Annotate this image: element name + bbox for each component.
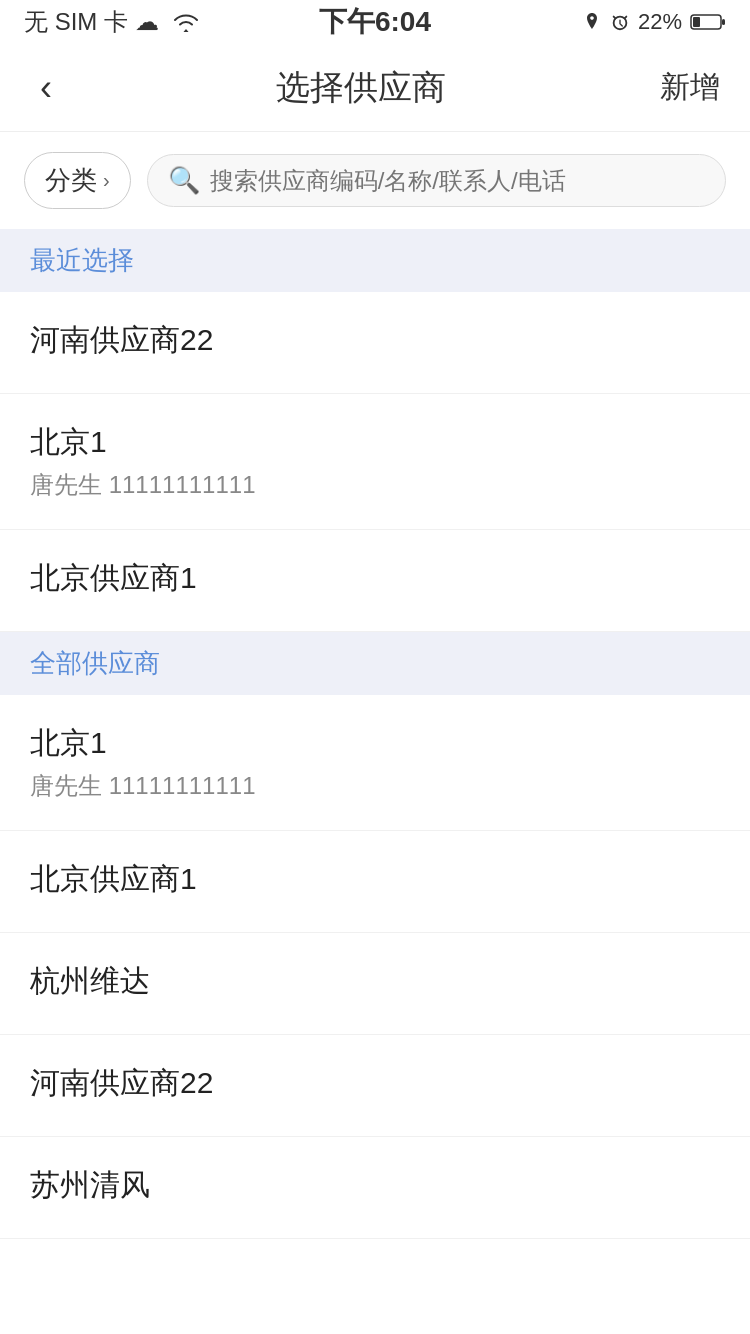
all-list-item[interactable]: 杭州维达 [0,933,750,1035]
location-icon [582,11,602,33]
all-list-item[interactable]: 河南供应商22 [0,1035,750,1137]
recent-list-item[interactable]: 河南供应商22 [0,292,750,394]
nav-bar: ‹ 选择供应商 新增 [0,44,750,132]
svg-rect-2 [693,17,700,27]
item-name: 北京1 [30,723,720,764]
item-name: 苏州清风 [30,1165,720,1206]
filter-row: 分类 › 🔍 [0,132,750,229]
svg-rect-3 [722,19,725,25]
item-name: 北京1 [30,422,720,463]
all-list-item[interactable]: 苏州清风 [0,1137,750,1239]
all-section-label: 全部供应商 [30,648,160,678]
item-name: 河南供应商22 [30,320,720,361]
recent-section-label: 最近选择 [30,245,134,275]
add-button[interactable]: 新增 [660,67,720,108]
recent-list-item[interactable]: 北京1 唐先生 11111111111 [0,394,750,530]
page-title: 选择供应商 [276,65,446,111]
item-sub: 唐先生 11111111111 [30,770,720,802]
status-bar: 无 SIM 卡 ☁ 下午6:04 22% [0,0,750,44]
search-box[interactable]: 🔍 [147,154,726,207]
alarm-icon [610,11,630,33]
status-right: 22% [582,9,726,35]
no-sim-text: 无 SIM 卡 ☁ [24,6,159,38]
battery-icon [690,13,726,31]
battery-text: 22% [638,9,682,35]
status-left: 无 SIM 卡 ☁ [24,6,201,38]
category-label: 分类 [45,163,97,198]
recent-list: 河南供应商22 北京1 唐先生 11111111111 北京供应商1 [0,292,750,632]
all-suppliers-list: 北京1 唐先生 11111111111 北京供应商1 杭州维达河南供应商22 苏州清风 [0,695,750,1239]
all-section-header: 全部供应商 [0,632,750,695]
item-name: 北京供应商1 [30,859,720,900]
recent-section-header: 最近选择 [0,229,750,292]
search-input[interactable] [210,167,705,195]
item-sub: 唐先生 11111111111 [30,469,720,501]
all-list-item[interactable]: 北京1 唐先生 11111111111 [0,695,750,831]
chevron-right-icon: › [103,169,110,192]
item-name: 杭州维达 [30,961,720,1002]
search-icon: 🔍 [168,165,200,196]
status-time: 下午6:04 [319,3,431,41]
category-filter[interactable]: 分类 › [24,152,131,209]
all-list-item[interactable]: 北京供应商1 [0,831,750,933]
item-name: 河南供应商22 [30,1063,720,1104]
wifi-icon [171,11,201,33]
back-button[interactable]: ‹ [30,57,62,119]
item-name: 北京供应商1 [30,558,720,599]
recent-list-item[interactable]: 北京供应商1 [0,530,750,632]
